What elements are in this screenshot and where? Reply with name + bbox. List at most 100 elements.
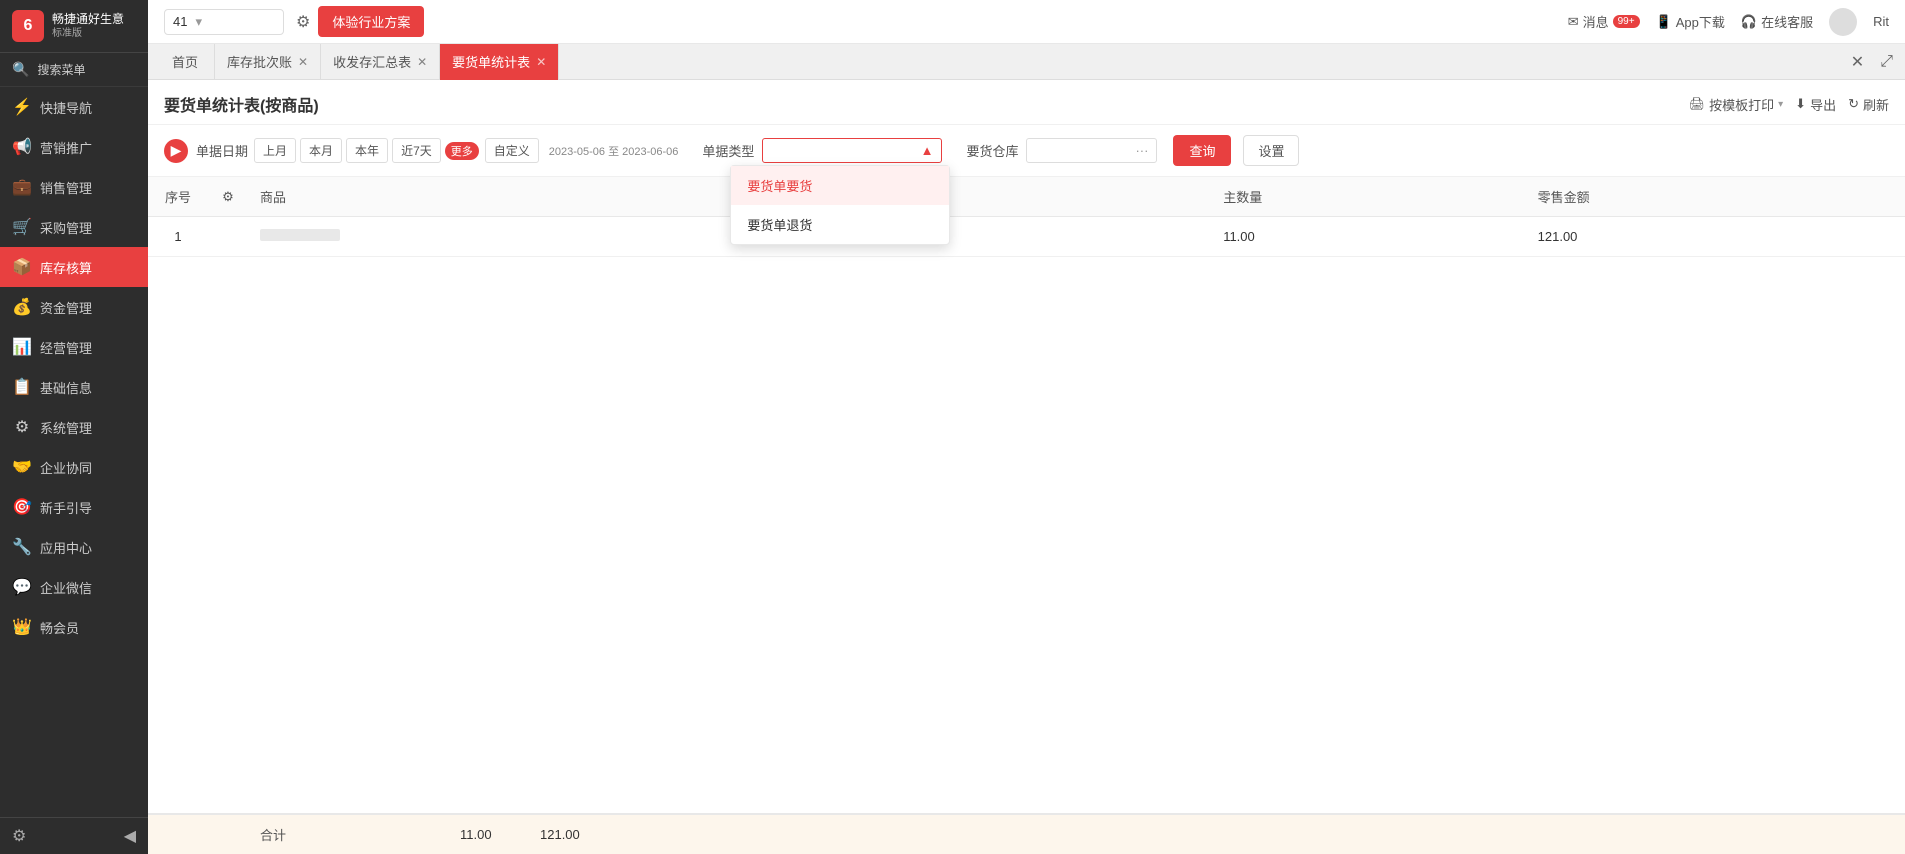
close-tab-order-stats-btn[interactable]: ✕: [536, 55, 546, 69]
tab-inventory-batch[interactable]: 库存批次账✕: [215, 44, 321, 80]
table-container: 序号 ⚙ 商品 主计量单位 主数量 零售金额 1: [148, 177, 1905, 813]
this-year-btn[interactable]: 本年: [346, 138, 388, 163]
quick-nav-icon: ⚡: [12, 97, 32, 117]
product-placeholder: [260, 229, 340, 241]
cell-quantity: 11.00: [1211, 217, 1525, 257]
tab-order-stats[interactable]: 要货单统计表✕: [440, 44, 559, 80]
guide-icon: 🎯: [12, 497, 32, 517]
purchase-icon: 🛒: [12, 217, 32, 237]
col-settings[interactable]: ⚙: [208, 177, 248, 217]
sidebar-item-app-center[interactable]: 🔧应用中心: [0, 527, 148, 567]
topbar-left: 41 ▾ ⚙ 体验行业方案: [164, 6, 424, 37]
cell-product: [248, 217, 767, 257]
cell-row-num: 1: [148, 217, 208, 257]
dropdown-item-order-return[interactable]: 要货单退货: [731, 205, 949, 244]
query-btn[interactable]: 查询: [1173, 135, 1231, 166]
sidebar-item-basic-info[interactable]: 📋基础信息: [0, 367, 148, 407]
filter-type-wrapper: 单据类型 ▲ 要货单要货 要货单退货: [686, 138, 942, 163]
type-dropdown: 要货单要货 要货单退货: [730, 165, 950, 245]
tab-home[interactable]: 首页: [156, 44, 215, 80]
type-arrow-up-icon: ▲: [921, 143, 934, 158]
close-tab-icon[interactable]: ✕: [1847, 48, 1868, 76]
refresh-btn[interactable]: ↻ 刷新: [1848, 95, 1889, 114]
headset-icon: 🎧: [1741, 14, 1757, 30]
footer-label: 合计: [260, 825, 460, 844]
collapse-icon[interactable]: ◀: [124, 826, 136, 846]
export-btn[interactable]: ⬇ 导出: [1795, 95, 1836, 114]
sidebar-item-sales[interactable]: 💼销售管理: [0, 167, 148, 207]
sidebar-item-purchase[interactable]: 🛒采购管理: [0, 207, 148, 247]
industry-btn[interactable]: 体验行业方案: [318, 6, 424, 37]
dropdown-item-order-goods[interactable]: 要货单要货: [731, 166, 949, 205]
custom-date-btn[interactable]: 自定义: [485, 138, 539, 163]
sidebar-item-quick-nav[interactable]: ⚡快捷导航: [0, 87, 148, 127]
type-select[interactable]: ▲: [762, 138, 942, 163]
warehouse-more-icon[interactable]: ···: [1135, 143, 1148, 158]
finance-icon: 💰: [12, 297, 32, 317]
print-template-btn[interactable]: 🖨 按模板打印 ▾: [1689, 95, 1784, 114]
wechat-icon: 💬: [12, 577, 32, 597]
warehouse-select[interactable]: ···: [1026, 138, 1157, 163]
date-buttons: 上月 本月 本年 近7天 更多: [254, 138, 479, 163]
maximize-tab-icon[interactable]: ⤢: [1876, 49, 1897, 75]
sidebar-header: 6 畅捷通好生意 标准版: [0, 0, 148, 53]
sidebar-item-system[interactable]: ⚙系统管理: [0, 407, 148, 447]
sidebar-item-operations[interactable]: 📊经营管理: [0, 327, 148, 367]
date-range-text: 2023-05-06 至 2023-06-06: [549, 143, 679, 159]
warehouse-filter-group: 要货仓库 ···: [966, 138, 1157, 163]
phone-icon: 📱: [1656, 14, 1672, 30]
col-sales-amount: 零售金额: [1526, 177, 1905, 217]
footer-quantity: 11.00: [460, 827, 540, 842]
filter-type-group: 单据类型 ▲: [702, 138, 942, 163]
warehouse-filter-label: 要货仓库: [966, 141, 1018, 160]
basic-info-icon: 📋: [12, 377, 32, 397]
sidebar-item-member[interactable]: 👑畅会员: [0, 607, 148, 647]
topbar: 41 ▾ ⚙ 体验行业方案 ✉ 消息 99+ 📱 App下载 🎧 在线客服 Ri…: [148, 0, 1905, 44]
system-icon: ⚙: [12, 417, 32, 437]
last-month-btn[interactable]: 上月: [254, 138, 296, 163]
footer-sales-amount: 121.00: [540, 827, 660, 842]
print-icon: 🖨: [1689, 96, 1706, 112]
cell-sales-amount: 121.00: [1526, 217, 1905, 257]
org-selector[interactable]: 41 ▾: [164, 9, 284, 35]
this-month-btn[interactable]: 本月: [300, 138, 342, 163]
type-filter-label: 单据类型: [702, 141, 754, 160]
last-7-days-btn[interactable]: 近7天: [392, 138, 441, 163]
close-tab-collection-summary-btn[interactable]: ✕: [417, 55, 427, 69]
page-header: 要货单统计表(按商品) 🖨 按模板打印 ▾ ⬇ 导出 ↻ 刷新: [148, 80, 1905, 125]
tabs-bar: 首页库存批次账✕收发存汇总表✕要货单统计表✕ ✕ ⤢: [148, 44, 1905, 80]
sidebar-item-guide[interactable]: 🎯新手引导: [0, 487, 148, 527]
sidebar-item-cooperation[interactable]: 🤝企业协同: [0, 447, 148, 487]
sidebar-bottom: ⚙ ◀: [0, 817, 148, 854]
close-tab-inventory-batch-btn[interactable]: ✕: [298, 55, 308, 69]
inventory-icon: 📦: [12, 257, 32, 277]
more-date-badge[interactable]: 更多: [445, 142, 479, 160]
refresh-icon: ↻: [1848, 96, 1859, 112]
settings-icon[interactable]: ⚙: [12, 826, 26, 846]
sidebar-item-wechat[interactable]: 💬企业微信: [0, 567, 148, 607]
expand-filter-btn[interactable]: ▶: [164, 139, 188, 163]
marketing-icon: 📢: [12, 137, 32, 157]
online-service-item[interactable]: 🎧 在线客服: [1741, 12, 1813, 31]
tab-collection-summary[interactable]: 收发存汇总表✕: [321, 44, 440, 80]
sales-icon: 💼: [12, 177, 32, 197]
table-header-row: 序号 ⚙ 商品 主计量单位 主数量 零售金额: [148, 177, 1905, 217]
app-title: 畅捷通好生意 标准版: [52, 12, 124, 41]
sidebar-item-inventory[interactable]: 📦库存核算: [0, 247, 148, 287]
messages-item[interactable]: ✉ 消息 99+: [1568, 12, 1640, 31]
date-filter-group: 单据日期 上月 本月 本年 近7天 更多 自定义 2023-05-06 至 20…: [196, 138, 678, 163]
sidebar-search[interactable]: 🔍 搜索菜单: [0, 53, 148, 87]
message-icon: ✉: [1568, 14, 1579, 30]
app-center-icon: 🔧: [12, 537, 32, 557]
sidebar-item-marketing[interactable]: 📢营销推广: [0, 127, 148, 167]
settings-btn[interactable]: 设置: [1243, 135, 1299, 166]
col-product: 商品: [248, 177, 767, 217]
col-quantity: 主数量: [1211, 177, 1525, 217]
cooperation-icon: 🤝: [12, 457, 32, 477]
user-avatar[interactable]: [1829, 8, 1857, 36]
topbar-gear-icon[interactable]: ⚙: [296, 12, 310, 32]
app-download-item[interactable]: 📱 App下载: [1656, 12, 1725, 31]
col-row-num: 序号: [148, 177, 208, 217]
sidebar-item-finance[interactable]: 💰资金管理: [0, 287, 148, 327]
search-icon: 🔍: [12, 61, 29, 78]
